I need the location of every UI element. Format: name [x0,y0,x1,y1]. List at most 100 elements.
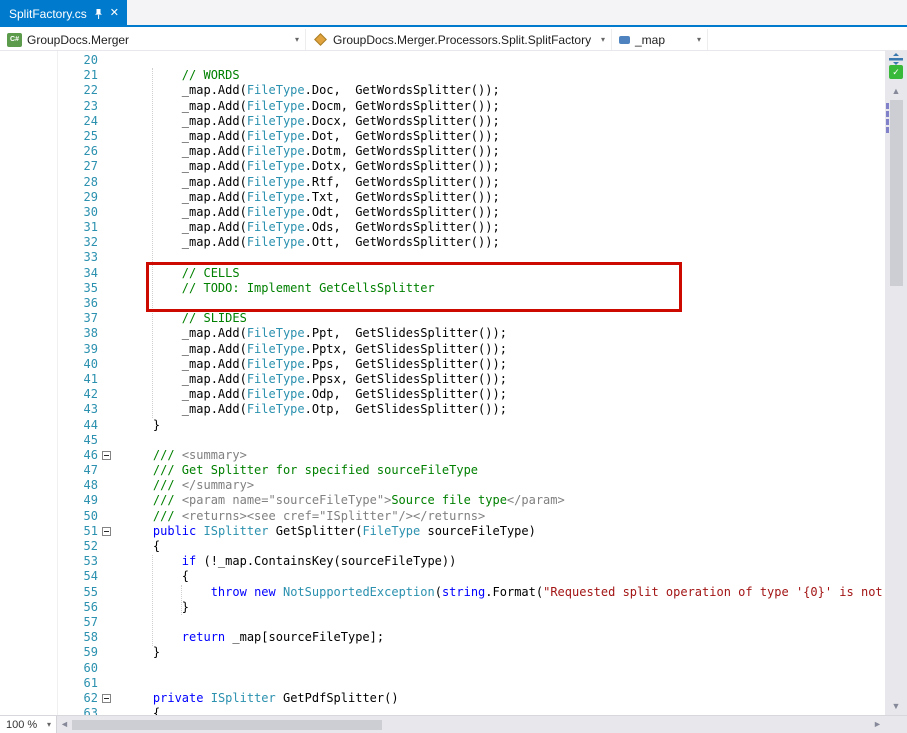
horizontal-scrollbar[interactable]: ◄ ► [57,716,885,733]
line-number: 22 [83,83,98,98]
code-line[interactable]: 24 _map.Add(FileType.Docx, GetWordsSplit… [0,114,885,129]
code-line[interactable]: 44 } [0,418,885,433]
code-line[interactable]: 32 _map.Add(FileType.Ott, GetWordsSplitt… [0,235,885,250]
code-line[interactable]: 39 _map.Add(FileType.Pptx, GetSlidesSpli… [0,342,885,357]
line-number: 56 [83,599,98,614]
code-line[interactable]: 34 // CELLS [0,266,885,281]
code-line[interactable]: 26 _map.Add(FileType.Dotm, GetWordsSplit… [0,144,885,159]
code-line[interactable]: 46 /// <summary> [0,448,885,463]
code-line[interactable]: 61 [0,676,885,691]
fold-margin [98,372,124,387]
zoom-control[interactable]: 100 % ▾ [0,716,57,733]
line-number: 52 [83,539,98,553]
code-line[interactable]: 48 /// </summary> [0,478,885,493]
code-line[interactable]: 30 _map.Add(FileType.Odt, GetWordsSplitt… [0,205,885,220]
code-line[interactable]: 45 [0,433,885,448]
code-line[interactable]: 43 _map.Add(FileType.Otp, GetSlidesSplit… [0,402,885,417]
code-line[interactable]: 23 _map.Add(FileType.Docm, GetWordsSplit… [0,99,885,114]
fold-margin [98,281,124,296]
split-editor-handle-icon[interactable] [888,52,904,65]
code-line[interactable]: 27 _map.Add(FileType.Dotx, GetWordsSplit… [0,159,885,174]
code-line[interactable]: 37 // SLIDES [0,311,885,326]
member-dropdown[interactable]: _map ▾ [612,29,708,50]
code-line[interactable]: 49 /// <param name="sourceFileType">Sour… [0,493,885,508]
code-line[interactable]: 55 throw new NotSupportedException(strin… [0,585,885,600]
code-line[interactable]: 54 { [0,569,885,584]
code-line[interactable]: 29 _map.Add(FileType.Txt, GetWordsSplitt… [0,190,885,205]
tab-bar: SplitFactory.cs ✕ [0,0,907,27]
code-line[interactable]: 42 _map.Add(FileType.Odp, GetSlidesSplit… [0,387,885,402]
code-line[interactable]: 60 [0,661,885,676]
code-line[interactable]: 57 [0,615,885,630]
code-text: } [124,417,161,432]
vertical-scrollbar-thumb[interactable] [890,100,903,286]
field-icon [619,35,630,44]
code-line[interactable]: 53 if (!_map.ContainsKey(sourceFileType)… [0,554,885,569]
code-health-indicator[interactable]: ✓ [889,65,903,79]
fold-collapse-box[interactable] [98,448,124,463]
code-line[interactable]: 47 /// Get Splitter for specified source… [0,463,885,478]
code-line[interactable]: 62 private ISplitter GetPdfSplitter() [0,691,885,706]
code-editor[interactable]: 20 21 // WORDS 22 _map.Add(FileType.Doc, G… [0,51,907,715]
fold-margin [98,539,124,554]
fold-margin [98,266,124,281]
code-line[interactable]: 50 /// <returns><see cref="ISplitter"/><… [0,509,885,524]
code-line[interactable]: 63 { [0,706,885,715]
line-number: 21 [83,68,98,83]
code-lines: 20 21 // WORDS 22 _map.Add(FileType.Doc, G… [0,51,885,715]
line-number: 41 [83,371,98,386]
code-text: _map.Add(FileType.Ppsx, GetSlidesSplitte… [124,371,507,386]
editor-bottom-bar: 100 % ▾ ◄ ► [0,715,907,733]
fold-margin [98,129,124,144]
tab-title: SplitFactory.cs [9,6,87,21]
code-line[interactable]: 31 _map.Add(FileType.Ods, GetWordsSplitt… [0,220,885,235]
collapse-minus-icon[interactable] [102,526,111,536]
code-line[interactable]: 28 _map.Add(FileType.Rtf, GetWordsSplitt… [0,175,885,190]
code-line[interactable]: 35 // TODO: Implement GetCellsSplitter [0,281,885,296]
code-line[interactable]: 38 _map.Add(FileType.Ppt, GetSlidesSplit… [0,326,885,341]
fold-margin [98,175,124,190]
code-line[interactable]: 36 [0,296,885,311]
csharp-project-icon: C# [7,32,22,47]
scroll-down-icon[interactable]: ▼ [885,700,907,712]
project-dropdown[interactable]: C# GroupDocs.Merger ▾ [0,29,306,50]
type-dropdown[interactable]: GroupDocs.Merger.Processors.Split.SplitF… [306,29,612,50]
scroll-up-icon[interactable]: ▲ [885,85,907,97]
fold-collapse-box[interactable] [98,524,124,539]
line-number: 62 [83,690,98,705]
pin-icon[interactable] [94,8,103,20]
chevron-down-icon: ▾ [600,35,605,44]
code-text: _map.Add(FileType.Pps, GetSlidesSplitter… [124,356,507,371]
fold-margin [98,159,124,174]
active-tab-accent-line [0,25,907,27]
code-line[interactable]: 56 } [0,600,885,615]
fold-margin [98,554,124,569]
horizontal-scrollbar-thumb[interactable] [72,720,382,730]
vertical-scrollbar[interactable]: ✓ ▲ ▼ [885,51,907,715]
collapse-minus-icon[interactable] [102,450,111,460]
code-text: } [124,645,161,660]
scroll-right-icon[interactable]: ► [871,716,884,733]
code-line[interactable]: 25 _map.Add(FileType.Dot, GetWordsSplitt… [0,129,885,144]
code-line[interactable]: 59 } [0,645,885,660]
fold-collapse-box[interactable] [98,691,124,706]
close-icon[interactable]: ✕ [110,8,119,19]
code-text: _map.Add(FileType.Ott, GetWordsSplitter(… [124,235,500,250]
code-line[interactable]: 40 _map.Add(FileType.Pps, GetSlidesSplit… [0,357,885,372]
fold-margin [98,478,124,493]
code-text: _map.Add(FileType.Docx, GetWordsSplitter… [124,113,500,128]
line-number: 40 [83,356,98,371]
collapse-minus-icon[interactable] [102,693,111,703]
code-line[interactable]: 52 { [0,539,885,554]
line-number: 61 [83,675,98,690]
code-line[interactable]: 58 return _map[sourceFileType]; [0,630,885,645]
code-line[interactable]: 33 [0,250,885,265]
code-line[interactable]: 41 _map.Add(FileType.Ppsx, GetSlidesSpli… [0,372,885,387]
line-number: 59 [83,645,98,660]
code-line[interactable]: 21 // WORDS [0,68,885,83]
code-line[interactable]: 22 _map.Add(FileType.Doc, GetWordsSplitt… [0,83,885,98]
code-line[interactable]: 20 [0,53,885,68]
code-line[interactable]: 51 public ISplitter GetSplitter(FileType… [0,524,885,539]
document-tab[interactable]: SplitFactory.cs ✕ [0,0,128,27]
scroll-left-icon[interactable]: ◄ [58,716,71,733]
